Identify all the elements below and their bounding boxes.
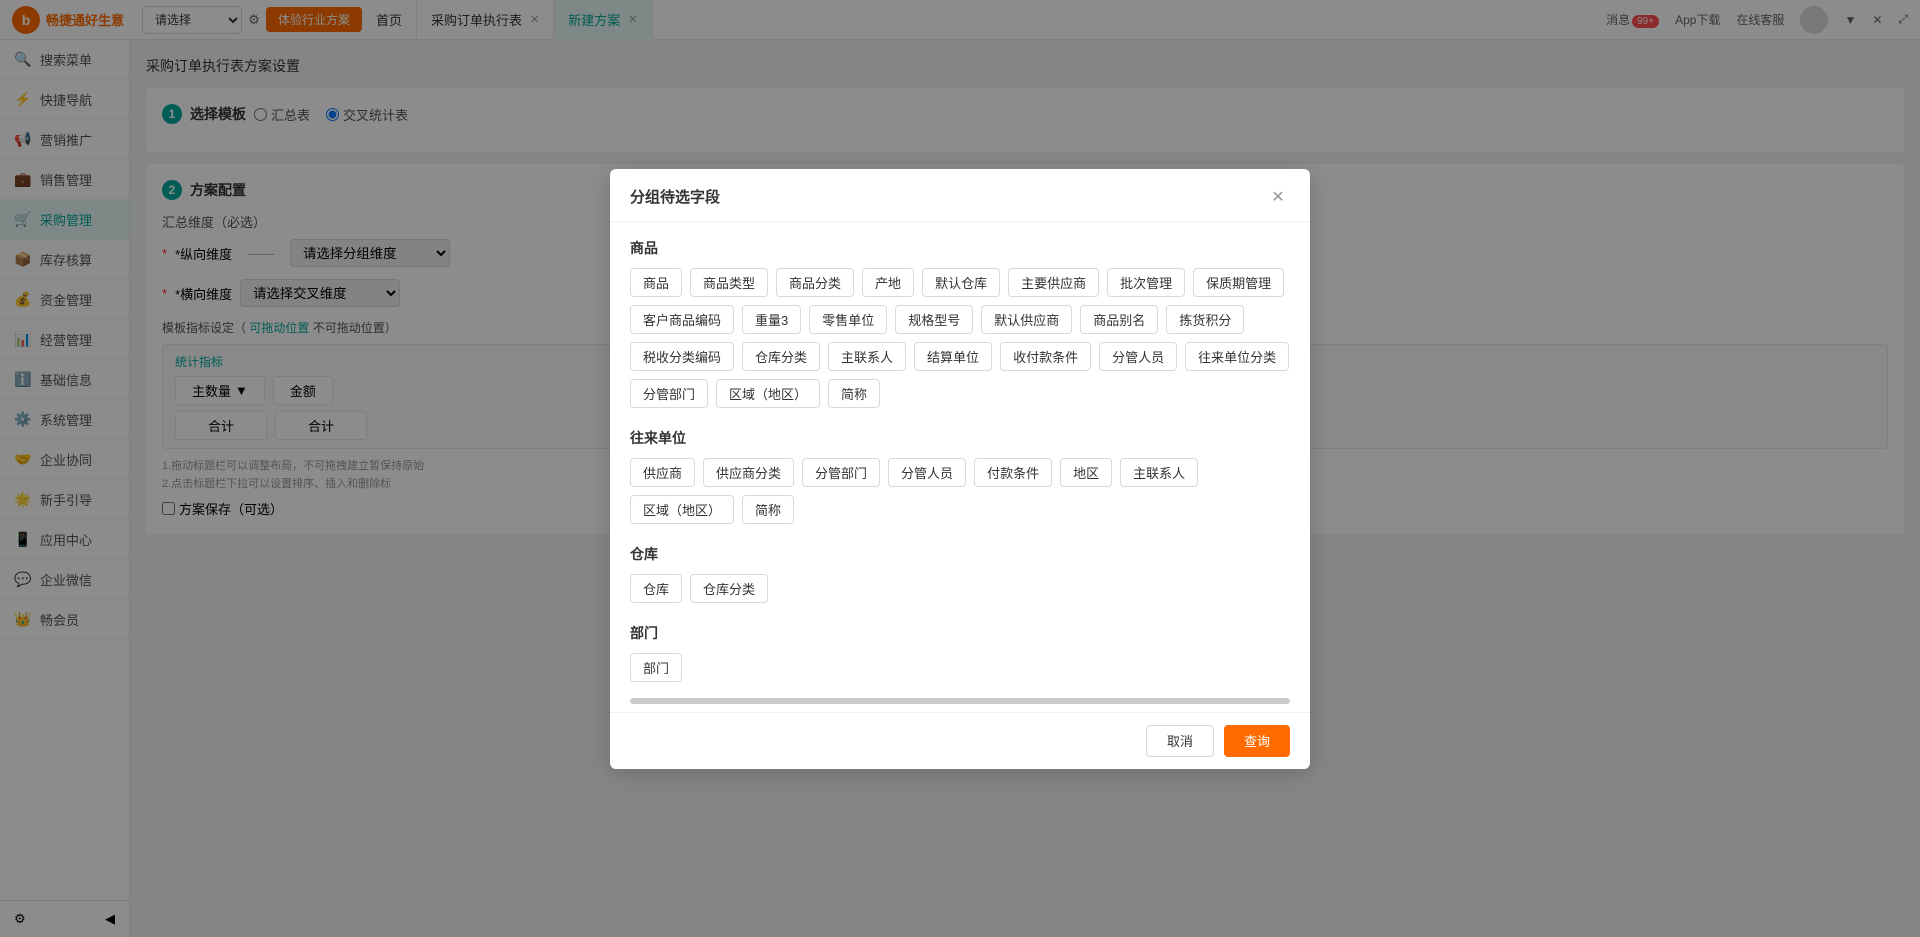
field-settle-unit[interactable]: 结算单位: [914, 342, 992, 371]
field-supplier[interactable]: 供应商: [630, 458, 695, 487]
section-product-title: 商品: [630, 238, 1290, 258]
field-supplier-category[interactable]: 供应商分类: [703, 458, 794, 487]
field-partner-contact[interactable]: 主联系人: [1120, 458, 1198, 487]
dialog-header: 分组待选字段 ✕: [610, 169, 1310, 222]
field-warehouse[interactable]: 仓库: [630, 574, 682, 603]
field-partner-short[interactable]: 简称: [742, 495, 794, 524]
field-partner-category[interactable]: 往来单位分类: [1185, 342, 1289, 371]
section-dept-title: 部门: [630, 623, 1290, 643]
field-default-warehouse[interactable]: 默认仓库: [922, 268, 1000, 297]
field-dept-mgmt[interactable]: 分管部门: [630, 379, 708, 408]
field-product-type[interactable]: 商品类型: [690, 268, 768, 297]
field-warehouse-category[interactable]: 仓库分类: [742, 342, 820, 371]
field-default-supplier[interactable]: 默认供应商: [981, 305, 1072, 334]
field-tax-code[interactable]: 税收分类编码: [630, 342, 734, 371]
field-product-category[interactable]: 商品分类: [776, 268, 854, 297]
dialog-footer: 取消 查询: [610, 712, 1310, 769]
field-short-name[interactable]: 简称: [828, 379, 880, 408]
field-payment-terms[interactable]: 收付款条件: [1000, 342, 1091, 371]
section-partner-title: 往来单位: [630, 428, 1290, 448]
field-main-supplier[interactable]: 主要供应商: [1008, 268, 1099, 297]
field-region-product[interactable]: 区域（地区）: [716, 379, 820, 408]
dept-field-tags: 部门: [630, 653, 1290, 682]
field-region-partner[interactable]: 区域（地区）: [630, 495, 734, 524]
section-dept: 部门 部门: [630, 623, 1290, 682]
dialog-overlay: 分组待选字段 ✕ 商品 商品 商品类型 商品分类 产地 默认仓库 主要供应商 批…: [0, 0, 1920, 937]
field-spec-model[interactable]: 规格型号: [895, 305, 973, 334]
field-batch-mgmt[interactable]: 批次管理: [1107, 268, 1185, 297]
cancel-button[interactable]: 取消: [1146, 725, 1214, 757]
field-partner-person[interactable]: 分管人员: [888, 458, 966, 487]
field-weight3[interactable]: 重量3: [742, 305, 801, 334]
field-pick-points[interactable]: 拣货积分: [1166, 305, 1244, 334]
dialog-scroll-area: [610, 694, 1310, 712]
field-product[interactable]: 商品: [630, 268, 682, 297]
section-warehouse-title: 仓库: [630, 544, 1290, 564]
product-field-tags: 商品 商品类型 商品分类 产地 默认仓库 主要供应商 批次管理 保质期管理 客户…: [630, 268, 1290, 408]
dialog-title: 分组待选字段: [630, 186, 720, 207]
section-partner: 往来单位 供应商 供应商分类 分管部门 分管人员 付款条件 地区 主联系人 区域…: [630, 428, 1290, 524]
field-pay-terms[interactable]: 付款条件: [974, 458, 1052, 487]
field-product-alias[interactable]: 商品别名: [1080, 305, 1158, 334]
field-partner-dept[interactable]: 分管部门: [802, 458, 880, 487]
section-product: 商品 商品 商品类型 商品分类 产地 默认仓库 主要供应商 批次管理 保质期管理…: [630, 238, 1290, 408]
field-origin[interactable]: 产地: [862, 268, 914, 297]
partner-field-tags: 供应商 供应商分类 分管部门 分管人员 付款条件 地区 主联系人 区域（地区） …: [630, 458, 1290, 524]
field-warehouse-cat[interactable]: 仓库分类: [690, 574, 768, 603]
warehouse-field-tags: 仓库 仓库分类: [630, 574, 1290, 603]
field-retail-unit[interactable]: 零售单位: [809, 305, 887, 334]
field-supervisor[interactable]: 分管人员: [1099, 342, 1177, 371]
section-warehouse: 仓库 仓库 仓库分类: [630, 544, 1290, 603]
field-main-contact[interactable]: 主联系人: [828, 342, 906, 371]
dialog-close-btn[interactable]: ✕: [1266, 185, 1290, 209]
field-expiry-mgmt[interactable]: 保质期管理: [1193, 268, 1284, 297]
confirm-button[interactable]: 查询: [1224, 725, 1290, 757]
field-customer-code[interactable]: 客户商品编码: [630, 305, 734, 334]
dialog-body: 商品 商品 商品类型 商品分类 产地 默认仓库 主要供应商 批次管理 保质期管理…: [610, 222, 1310, 694]
field-area[interactable]: 地区: [1060, 458, 1112, 487]
horizontal-scrollbar[interactable]: [630, 698, 1290, 704]
field-select-dialog: 分组待选字段 ✕ 商品 商品 商品类型 商品分类 产地 默认仓库 主要供应商 批…: [610, 169, 1310, 769]
field-dept[interactable]: 部门: [630, 653, 682, 682]
